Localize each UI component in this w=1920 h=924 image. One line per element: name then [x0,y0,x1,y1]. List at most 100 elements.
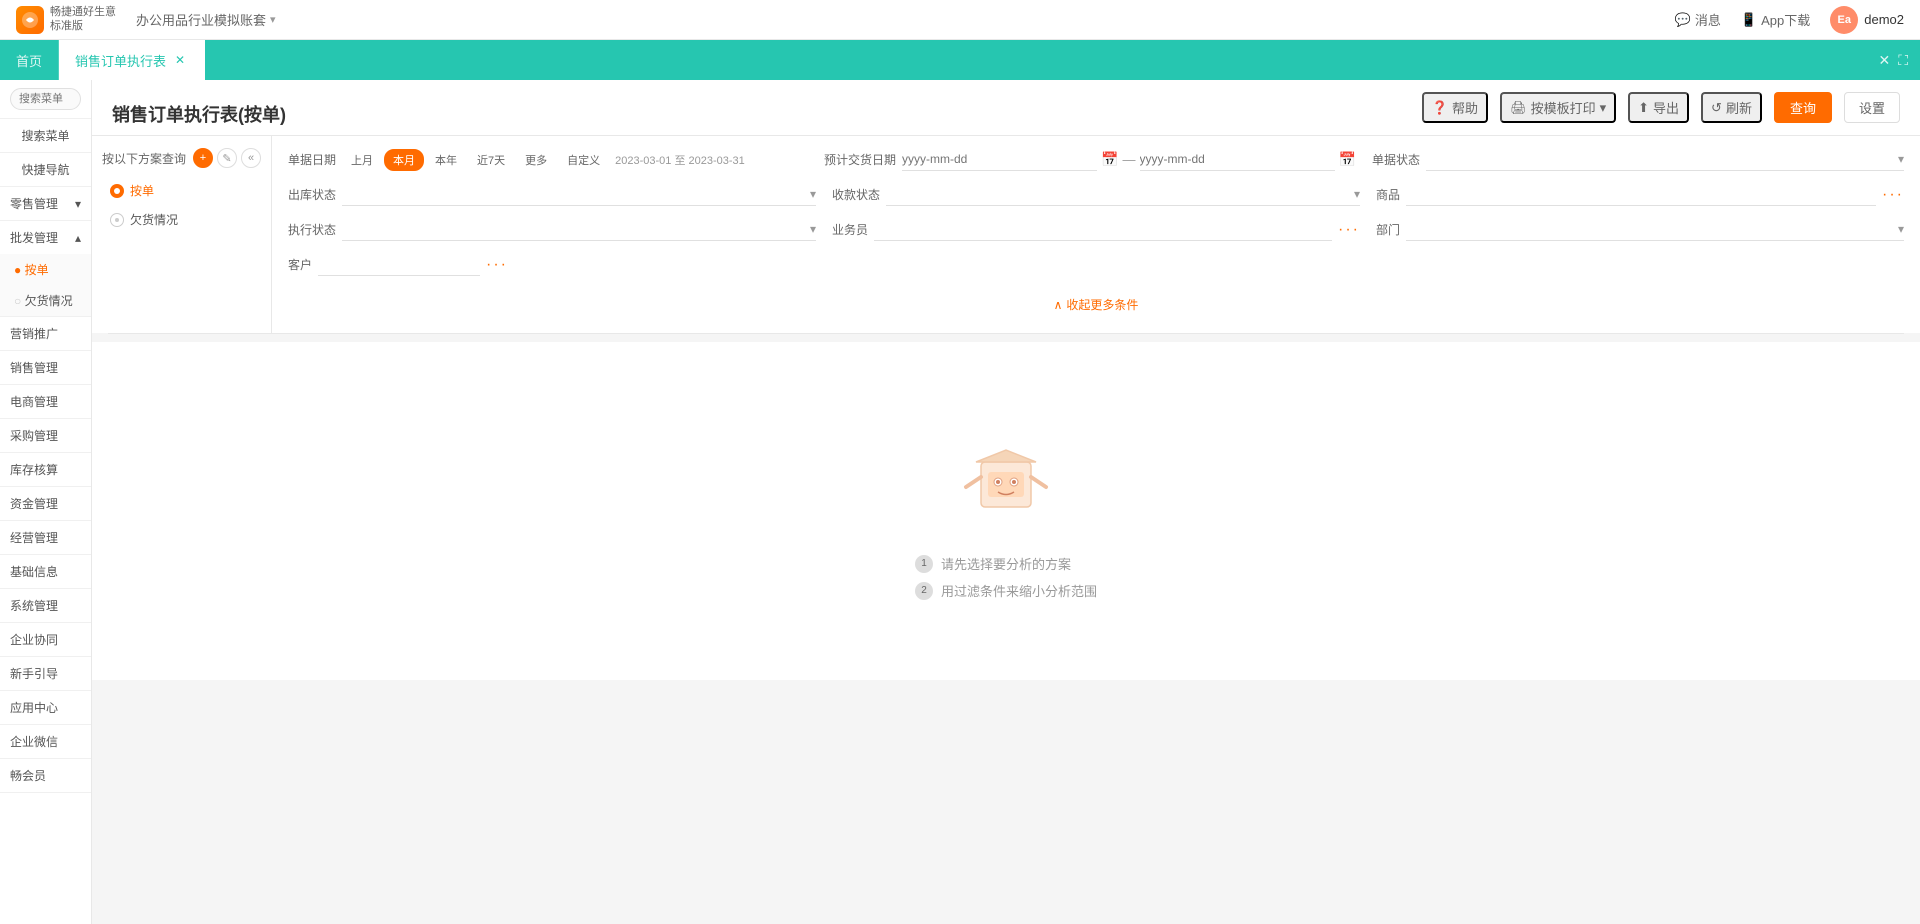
edit-scheme-btn[interactable]: ✎ [217,148,237,168]
collapse-more-conditions[interactable]: ∧ 收起更多条件 [288,288,1904,321]
calendar-to-icon[interactable]: 📅 [1339,151,1356,168]
nav-tabs-right: ✕ ⛶ [1866,40,1920,80]
expand-window-icon[interactable]: ⛶ [1898,52,1908,69]
dept-select[interactable]: ▾ [1406,218,1904,241]
sidebar-item-by-order[interactable]: ● 按单 [0,254,91,285]
search-button[interactable]: 查询 [1774,92,1832,123]
tab-home[interactable]: 首页 [0,40,59,80]
quick-date-cur-month[interactable]: 本月 [384,149,424,171]
filter-schemes: 按以下方案查询 + ✎ « [92,136,272,333]
sidebar-section-finance: 资金管理 [0,487,91,521]
step-2-text: 用过滤条件来缩小分析范围 [941,581,1097,600]
filter-item-expected-delivery: 预计交货日期 📅 — 📅 [824,148,1356,171]
sidebar-section-inventory-header[interactable]: 库存核算 [0,453,91,486]
collect-status-select[interactable]: ▾ [886,183,1360,206]
quick-date-cur-year[interactable]: 本年 [426,149,466,171]
sidebar-section-ecommerce-header[interactable]: 电商管理 [0,385,91,418]
empty-step-2: 2 用过滤条件来缩小分析范围 [915,581,1097,600]
tab-sales-exec[interactable]: 销售订单执行表 ✕ [59,40,205,80]
sidebar-section-operation-header[interactable]: 经营管理 [0,521,91,554]
quick-date-more[interactable]: 更多 [516,149,556,171]
sidebar-item-shortage[interactable]: ○ 欠货情况 [0,285,91,316]
export-button[interactable]: ⬆ 导出 [1628,92,1689,123]
sidebar-section-wholesale-header[interactable]: 批发管理 ▴ [0,221,91,254]
help-button[interactable]: ❓ 帮助 [1422,92,1488,123]
quick-date-7days[interactable]: 近7天 [468,149,514,171]
filter-item-customer: 客户 ··· [288,253,508,276]
sidebar-section-sales-header[interactable]: 销售管理 [0,351,91,384]
app-download-action[interactable]: 📱 App下载 [1741,10,1810,29]
filter-item-product: 商品 ··· [1376,183,1904,206]
print-template-button[interactable]: 🖨 按模板打印 ▾ [1500,92,1616,123]
quick-date-prev-month[interactable]: 上月 [342,149,382,171]
sidebar-section-marketing-header[interactable]: 营销推广 [0,317,91,350]
print-arrow-icon: ▾ [1600,100,1607,116]
sidebar-section-enterprise-header[interactable]: 企业协同 [0,623,91,656]
product-input[interactable] [1406,183,1876,206]
filter-item-collect-status: 收款状态 ▾ [832,183,1360,206]
sidebar-section-retail-header[interactable]: 零售管理 ▾ [0,187,91,220]
expected-date-from[interactable] [902,148,1097,171]
salesperson-input[interactable] [874,218,1332,241]
filter-item-date: 单据日期 上月 本月 本年 近7天 更多 自定义 2023-03-01 至 20… [288,149,808,171]
breadcrumb-arrow[interactable]: ▾ [270,13,276,26]
sidebar-section-basic-info-header[interactable]: 基础信息 [0,555,91,588]
sidebar-section-app-center-header[interactable]: 应用中心 [0,691,91,724]
customer-more-icon[interactable]: ··· [486,256,508,274]
product-more-icon[interactable]: ··· [1882,186,1904,204]
customer-input[interactable] [318,253,480,276]
sidebar-item-quick-nav[interactable]: 快捷导航 [0,153,91,187]
sidebar-section-guide-header[interactable]: 新手引导 [0,657,91,690]
collapse-icon: « [248,152,254,164]
filter-schemes-header: 按以下方案查询 + ✎ « [102,148,261,168]
step-2-num: 2 [915,582,933,600]
message-label: 消息 [1695,10,1721,29]
empty-illustration [956,422,1056,522]
sidebar-section-purchase: 采购管理 [0,419,91,453]
logo-area: 畅捷通好生意 标准版 [16,6,116,34]
user-name: demo2 [1864,12,1904,27]
scheme-item-shortage[interactable]: 欠货情况 [102,205,261,234]
scheme-item-by-order[interactable]: 按单 [102,176,261,205]
search-input[interactable] [10,88,81,110]
tab-close-icon[interactable]: ✕ [172,52,188,68]
scheme-dot-active [110,184,124,198]
close-window-icon[interactable]: ✕ [1878,52,1890,69]
outbound-status-select[interactable]: ▾ [342,183,816,206]
active-dot: ● [14,263,25,277]
sidebar-section-finance-header[interactable]: 资金管理 [0,487,91,520]
quick-date-custom[interactable]: 自定义 [558,149,609,171]
salesperson-more-icon[interactable]: ··· [1338,221,1360,239]
calendar-from-icon[interactable]: 📅 [1101,151,1118,168]
top-header: 畅捷通好生意 标准版 办公用品行业模拟账套 ▾ 💬 消息 📱 App下载 Ea … [0,0,1920,40]
settings-button[interactable]: 设置 [1844,92,1900,123]
expected-date-to[interactable] [1140,148,1335,171]
sidebar-section-sales: 销售管理 [0,351,91,385]
collapse-scheme-btn[interactable]: « [241,148,261,168]
customer-label: 客户 [288,256,312,273]
dept-label: 部门 [1376,221,1400,238]
tab-home-label: 首页 [16,51,42,70]
refresh-button[interactable]: ↺ 刷新 [1701,92,1762,123]
doc-status-select[interactable]: ▾ [1426,148,1904,171]
message-action[interactable]: 💬 消息 [1675,10,1721,29]
outbound-arrow-icon: ▾ [810,187,816,201]
content-body: 1 请先选择要分析的方案 2 用过滤条件来缩小分析范围 [92,342,1920,680]
avatar: Ea [1830,6,1858,34]
sidebar-section-retail: 零售管理 ▾ [0,187,91,221]
exec-status-select[interactable]: ▾ [342,218,816,241]
sidebar-section-system-header[interactable]: 系统管理 [0,589,91,622]
sidebar-section-vip-header[interactable]: 畅会员 [0,759,91,792]
filter-item-doc-status: 单据状态 ▾ [1372,148,1904,171]
filter-panel: 按以下方案查询 + ✎ « [92,136,1920,333]
user-area[interactable]: Ea demo2 [1830,6,1904,34]
filter-item-dept: 部门 ▾ [1376,218,1904,241]
sidebar-section-purchase-header[interactable]: 采购管理 [0,419,91,452]
date-label: 单据日期 [288,151,336,168]
filter-row-3: 执行状态 ▾ 业务员 ··· 部门 [288,218,1904,241]
sidebar-section-ecommerce: 电商管理 [0,385,91,419]
sidebar-section-wechat-header[interactable]: 企业微信 [0,725,91,758]
collect-status-label: 收款状态 [832,186,880,203]
sidebar-item-search-menu[interactable]: 搜索菜单 [0,119,91,153]
add-scheme-btn[interactable]: + [193,148,213,168]
